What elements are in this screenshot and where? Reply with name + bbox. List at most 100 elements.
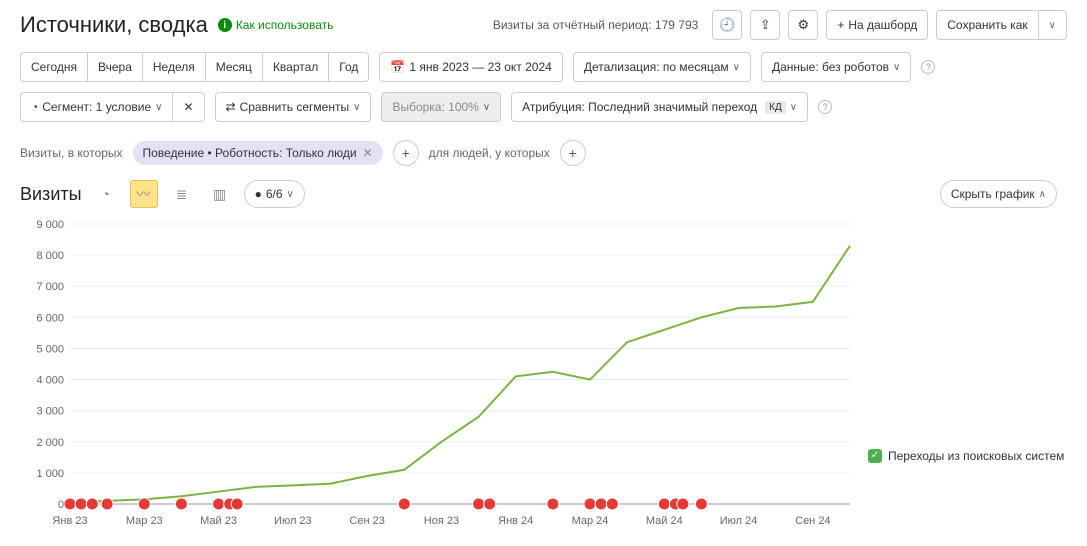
svg-text:Янв 23: Янв 23 (52, 515, 87, 527)
svg-text:Май 23: Май 23 (200, 515, 237, 527)
chart-type-line[interactable]: 〰 (130, 180, 158, 208)
attribution-label: Атрибуция: Последний значимый переход (522, 100, 757, 114)
series-count-button[interactable]: ● 6/6 ∨ (244, 180, 305, 208)
help-icon[interactable]: ? (818, 100, 832, 114)
chart-type-pie[interactable]: ◔ (92, 180, 120, 208)
period-tab-0[interactable]: Сегодня (20, 52, 88, 82)
period-tab-4[interactable]: Квартал (262, 52, 329, 82)
settings-button[interactable]: ⚙ (788, 10, 818, 40)
date-range-button[interactable]: 📅 1 янв 2023 — 23 окт 2024 (379, 52, 562, 82)
svg-text:Июл 23: Июл 23 (274, 515, 312, 527)
how-to-use-link[interactable]: i Как использовать (218, 18, 334, 32)
svg-text:0: 0 (58, 499, 64, 511)
page-title: Источники, сводка (20, 12, 208, 38)
clock-icon: 🕘 (719, 17, 735, 33)
help-icon[interactable]: ? (921, 60, 935, 74)
svg-text:Июл 24: Июл 24 (720, 515, 758, 527)
segment-clear[interactable]: ✕ (172, 92, 204, 122)
pie-icon: ◔ (31, 100, 38, 114)
chart-type-bar[interactable]: ▥ (206, 180, 234, 208)
svg-text:5 000: 5 000 (36, 343, 64, 355)
hide-chart-button[interactable]: Скрыть график ∧ (940, 180, 1057, 208)
chevron-up-icon: ∧ (1039, 189, 1046, 200)
plus-icon: + (837, 18, 844, 32)
detail-dropdown[interactable]: Детализация: по месяцам ∨ (573, 52, 751, 82)
chevron-down-icon: ∨ (287, 189, 294, 200)
sample-dropdown: Выборка: 100% ∨ (381, 92, 501, 122)
date-range-label: 1 янв 2023 — 23 окт 2024 (409, 60, 551, 74)
svg-text:3 000: 3 000 (36, 406, 64, 418)
dot-icon: ● (255, 187, 262, 201)
svg-text:1 000: 1 000 (36, 468, 64, 480)
visits-period-label: Визиты за отчётный период: 179 793 (493, 18, 699, 32)
sample-label: Выборка: 100% (392, 100, 478, 114)
compare-segments-button[interactable]: ⇄ Сравнить сегменты ∨ (215, 92, 372, 122)
count-label: 6/6 (266, 187, 283, 201)
svg-text:Сен 24: Сен 24 (795, 515, 830, 527)
add-visit-filter-button[interactable]: + (393, 140, 419, 166)
svg-text:8 000: 8 000 (36, 250, 64, 262)
share-button[interactable]: ⇪ (750, 10, 780, 40)
pie-icon: ◔ (101, 186, 109, 202)
chevron-down-icon: ∨ (790, 102, 797, 113)
chart-title: Визиты (20, 184, 82, 205)
chevron-down-icon: ∨ (155, 102, 162, 113)
filter-chip-robotness[interactable]: Поведение • Роботность: Только люди ✕ (133, 141, 383, 165)
svg-text:6 000: 6 000 (36, 312, 64, 324)
chevron-down-icon: ∨ (353, 102, 360, 113)
legend-item-search[interactable]: ✓ Переходы из поисковых систем (860, 214, 1064, 537)
how-to-label: Как использовать (236, 18, 334, 32)
close-icon: ✕ (183, 100, 193, 114)
data-mode-label: Данные: без роботов (772, 60, 889, 74)
share-icon: ⇪ (760, 17, 771, 33)
svg-text:Янв 24: Янв 24 (498, 515, 533, 527)
attribution-dropdown[interactable]: Атрибуция: Последний значимый переход КД… (511, 92, 808, 122)
close-icon[interactable]: ✕ (363, 146, 373, 160)
dashboard-label: На дашборд (848, 18, 917, 32)
period-tab-3[interactable]: Месяц (205, 52, 263, 82)
calendar-icon: 📅 (390, 60, 405, 74)
chip-label: Поведение • Роботность: Только люди (143, 146, 357, 160)
svg-text:Мар 24: Мар 24 (572, 515, 609, 527)
period-tab-2[interactable]: Неделя (142, 52, 206, 82)
compare-icon: ⇄ (226, 100, 236, 114)
hide-chart-label: Скрыть график (951, 187, 1035, 201)
history-button[interactable]: 🕘 (712, 10, 742, 40)
info-icon: i (218, 18, 232, 32)
compare-label: Сравнить сегменты (240, 100, 350, 114)
line-icon: 〰 (137, 184, 151, 204)
svg-text:9 000: 9 000 (36, 219, 64, 231)
bar-icon: ▥ (213, 186, 226, 203)
add-people-filter-button[interactable]: + (560, 140, 586, 166)
period-tab-5[interactable]: Год (328, 52, 369, 82)
line-chart: 0 1 000 2 000 3 000 4 000 5 000 6 000 7 000 8 00… (20, 214, 860, 534)
svg-text:Май 24: Май 24 (646, 515, 683, 527)
settings-icon: ⚙ (797, 17, 809, 33)
svg-text:Мар 23: Мар 23 (126, 515, 163, 527)
period-tab-1[interactable]: Вчера (87, 52, 143, 82)
area-icon: ≣ (176, 186, 188, 203)
save-as-label: Сохранить как (947, 18, 1027, 32)
segment-label: Сегмент: 1 условие (42, 100, 151, 114)
visits-filter-label: Визиты, в которых (20, 146, 123, 160)
detail-label: Детализация: по месяцам (584, 60, 729, 74)
kd-badge: КД (765, 101, 786, 114)
chevron-down-icon: ∨ (733, 62, 740, 73)
save-as-button[interactable]: Сохранить как (936, 10, 1038, 40)
svg-text:2 000: 2 000 (36, 437, 64, 449)
svg-text:4 000: 4 000 (36, 375, 64, 387)
svg-text:Сен 23: Сен 23 (349, 515, 384, 527)
save-as-dropdown[interactable]: ∨ (1038, 10, 1067, 40)
legend-label: Переходы из поисковых систем (888, 449, 1064, 463)
add-dashboard-button[interactable]: + На дашборд (826, 10, 928, 40)
people-filter-label: для людей, у которых (429, 146, 550, 160)
svg-text:Ноя 23: Ноя 23 (424, 515, 459, 527)
data-mode-dropdown[interactable]: Данные: без роботов ∨ (761, 52, 911, 82)
svg-text:7 000: 7 000 (36, 281, 64, 293)
chevron-down-icon: ∨ (893, 62, 900, 73)
segment-button[interactable]: ◔ Сегмент: 1 условие ∨ (20, 92, 173, 122)
chevron-down-icon: ∨ (1049, 20, 1056, 31)
chevron-down-icon: ∨ (483, 102, 490, 113)
chart-type-area[interactable]: ≣ (168, 180, 196, 208)
period-tabs: СегодняВчераНеделяМесяцКварталГод (20, 52, 369, 82)
